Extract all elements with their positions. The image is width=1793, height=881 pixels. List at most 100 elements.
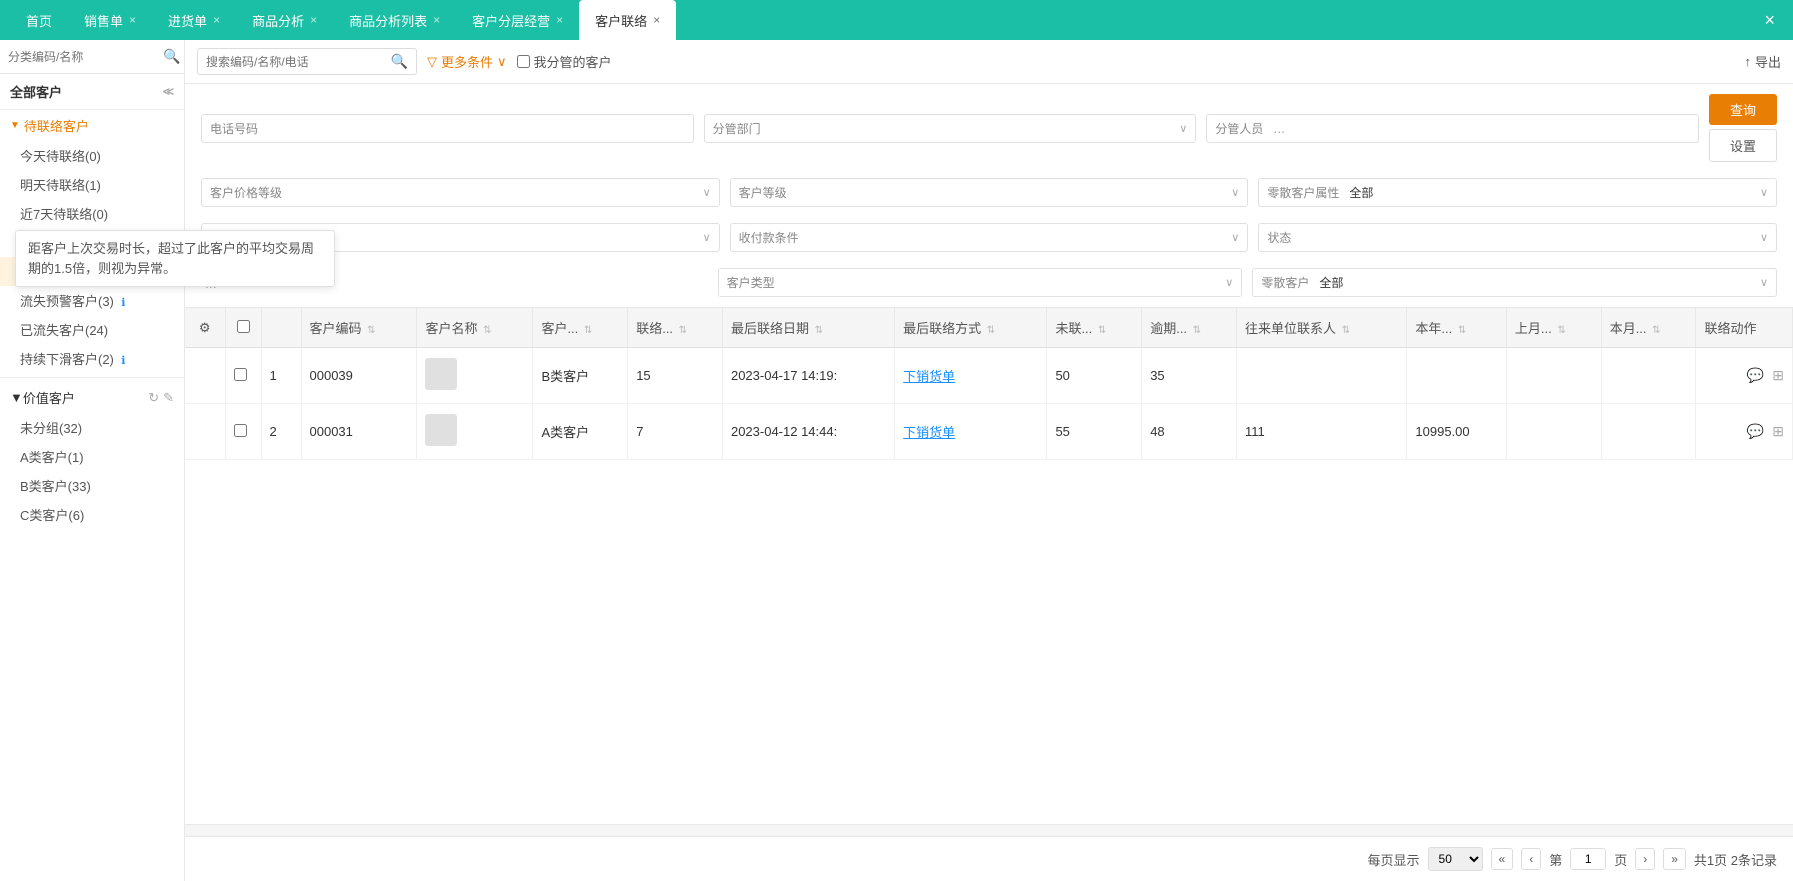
- th-last-contact-date[interactable]: 最后联络日期 ⇅: [722, 308, 894, 348]
- sidebar-item-a-class[interactable]: A类客户(1): [0, 442, 184, 471]
- filter-customer-type[interactable]: 客户类型 ∨: [718, 268, 1243, 297]
- nav-customer-contact[interactable]: 客户联络 ×: [579, 0, 676, 40]
- th-settings[interactable]: ⚙: [185, 308, 225, 348]
- search-icon[interactable]: 🔍: [391, 53, 408, 70]
- next-page-btn[interactable]: ›: [1635, 848, 1655, 870]
- row1-checkbox[interactable]: [234, 368, 247, 381]
- window-close-button[interactable]: ×: [1756, 10, 1783, 31]
- last-page-btn[interactable]: »: [1663, 848, 1686, 870]
- th-unit-contact[interactable]: 往来单位联系人 ⇅: [1236, 308, 1406, 348]
- edit-icon[interactable]: ✎: [163, 390, 174, 406]
- nav-home[interactable]: 首页: [10, 0, 68, 40]
- th-overdue[interactable]: 逾期... ⇅: [1142, 308, 1237, 348]
- nav-product-analysis[interactable]: 商品分析 ×: [236, 0, 333, 40]
- sidebar-item-ungroups[interactable]: 未分组(32): [0, 413, 184, 442]
- nav-customer-contact-close[interactable]: ×: [653, 13, 660, 27]
- td-not-contacted-1: 50: [1047, 348, 1142, 404]
- row1-actions: 💬 ⊞: [1704, 367, 1784, 384]
- qr-icon-1[interactable]: ⊞: [1772, 367, 1784, 384]
- nav-sales[interactable]: 销售单 ×: [68, 0, 152, 40]
- my-customers-checkbox[interactable]: [517, 55, 530, 68]
- sidebar-search-icon[interactable]: 🔍: [163, 48, 180, 65]
- sidebar-collapse-btn[interactable]: ≪: [162, 85, 174, 98]
- td-check-2[interactable]: [225, 404, 261, 460]
- refresh-icon[interactable]: ↻: [148, 390, 159, 406]
- th-name[interactable]: 客户名称 ⇅: [417, 308, 533, 348]
- sidebar-value-group[interactable]: ▼ 价值客户 ↻ ✎: [0, 382, 184, 413]
- value-triangle-icon: ▼: [10, 390, 23, 405]
- sidebar-item-today-pending[interactable]: 今天待联络(0): [0, 141, 184, 170]
- settings-button[interactable]: 设置: [1709, 129, 1777, 162]
- select-all-checkbox[interactable]: [237, 320, 250, 333]
- td-this-month-2: [1601, 404, 1696, 460]
- sort-name-icon: ⇅: [483, 325, 491, 336]
- td-type-2: A类客户: [533, 404, 628, 460]
- th-this-month[interactable]: 本月... ⇅: [1601, 308, 1696, 348]
- sidebar-item-declining[interactable]: 持续下滑客户(2) ℹ: [0, 344, 184, 373]
- first-page-btn[interactable]: «: [1491, 848, 1514, 870]
- th-last-month[interactable]: 上月... ⇅: [1506, 308, 1601, 348]
- th-this-year[interactable]: 本年... ⇅: [1407, 308, 1507, 348]
- nav-sales-close[interactable]: ×: [129, 13, 136, 27]
- filter-person[interactable]: 分管人员 ...: [1206, 114, 1699, 143]
- sidebar-all-customers-header: 全部客户 ≪: [0, 74, 184, 110]
- person-dots-btn[interactable]: ...: [1273, 120, 1285, 136]
- page-number-input[interactable]: [1570, 848, 1606, 870]
- th-type[interactable]: 客户... ⇅: [533, 308, 628, 348]
- filter-payment-terms[interactable]: 收付款条件 ∨: [730, 223, 1249, 252]
- td-this-month-1: [1601, 348, 1696, 404]
- th-code[interactable]: 客户编码 ⇅: [301, 308, 417, 348]
- nav-purchase-close[interactable]: ×: [213, 13, 220, 27]
- sidebar-item-tomorrow-pending[interactable]: 明天待联络(1): [0, 170, 184, 199]
- filter-dept[interactable]: 分管部门 ∨: [704, 114, 1197, 143]
- export-button[interactable]: ↑ 导出: [1744, 52, 1781, 71]
- nav-customer-segmentation[interactable]: 客户分层经营 ×: [456, 0, 579, 40]
- more-conditions-btn[interactable]: ▽ 更多条件 ∨: [427, 52, 507, 71]
- chat-icon-2[interactable]: 💬: [1747, 423, 1764, 440]
- nav-customer-segmentation-close[interactable]: ×: [556, 13, 563, 27]
- td-last-month-1: [1506, 348, 1601, 404]
- per-page-select[interactable]: 50 10 20 100: [1428, 847, 1483, 871]
- filter-icon: ▽: [427, 54, 437, 70]
- th-checkbox[interactable]: [225, 308, 261, 348]
- sidebar-item-lost-warning[interactable]: 流失预警客户(3) ℹ: [0, 286, 184, 315]
- td-last-method-2[interactable]: 下销货单: [895, 404, 1047, 460]
- filter-status[interactable]: 状态 ∨: [1258, 223, 1777, 252]
- chevron-down-icon: ∨: [497, 54, 507, 70]
- pending-contact-label: 待联络客户: [24, 116, 89, 135]
- filter-customer-level[interactable]: 客户等级 ∨: [730, 178, 1249, 207]
- filter-scattered-customer[interactable]: 零散客户 全部 ∨: [1252, 268, 1777, 297]
- last-method-link-1[interactable]: 下销货单: [903, 369, 955, 384]
- td-check-1[interactable]: [225, 348, 261, 404]
- filter-phone[interactable]: 电话号码: [201, 114, 694, 143]
- nav-product-analysis-close[interactable]: ×: [310, 13, 317, 27]
- th-last-contact-method[interactable]: 最后联络方式 ⇅: [895, 308, 1047, 348]
- sidebar-search-input[interactable]: [8, 50, 163, 64]
- nav-product-analysis-list[interactable]: 商品分析列表 ×: [333, 0, 456, 40]
- last-method-link-2[interactable]: 下销货单: [903, 425, 955, 440]
- td-action-1: 💬 ⊞: [1696, 348, 1793, 404]
- query-button[interactable]: 查询: [1709, 94, 1777, 125]
- td-type-1: B类客户: [533, 348, 628, 404]
- nav-product-analysis-list-close[interactable]: ×: [433, 13, 440, 27]
- sidebar-item-c-class[interactable]: C类客户(6): [0, 500, 184, 529]
- filter-price-level[interactable]: 客户价格等级 ∨: [201, 178, 720, 207]
- chat-icon-1[interactable]: 💬: [1747, 367, 1764, 384]
- sidebar-pending-contact-group[interactable]: ▼ 待联络客户: [0, 110, 184, 141]
- horizontal-scrollbar[interactable]: [185, 824, 1793, 836]
- prev-page-btn[interactable]: ‹: [1521, 848, 1541, 870]
- filter-scattered-attr[interactable]: 零散客户属性 全部 ∨: [1258, 178, 1777, 207]
- th-not-contacted[interactable]: 未联... ⇅: [1047, 308, 1142, 348]
- sidebar-item-7days-pending[interactable]: 近7天待联络(0): [0, 199, 184, 228]
- qr-icon-2[interactable]: ⊞: [1772, 423, 1784, 440]
- td-code-1: 000039: [301, 348, 417, 404]
- search-input[interactable]: [206, 55, 391, 69]
- sidebar-item-b-class[interactable]: B类客户(33): [0, 471, 184, 500]
- td-this-year-2: 10995.00: [1407, 404, 1507, 460]
- nav-purchase[interactable]: 进货单 ×: [152, 0, 236, 40]
- th-contact[interactable]: 联络... ⇅: [628, 308, 723, 348]
- td-not-contacted-2: 55: [1047, 404, 1142, 460]
- td-last-method-1[interactable]: 下销货单: [895, 348, 1047, 404]
- row2-checkbox[interactable]: [234, 424, 247, 437]
- sidebar-item-lost[interactable]: 已流失客户(24): [0, 315, 184, 344]
